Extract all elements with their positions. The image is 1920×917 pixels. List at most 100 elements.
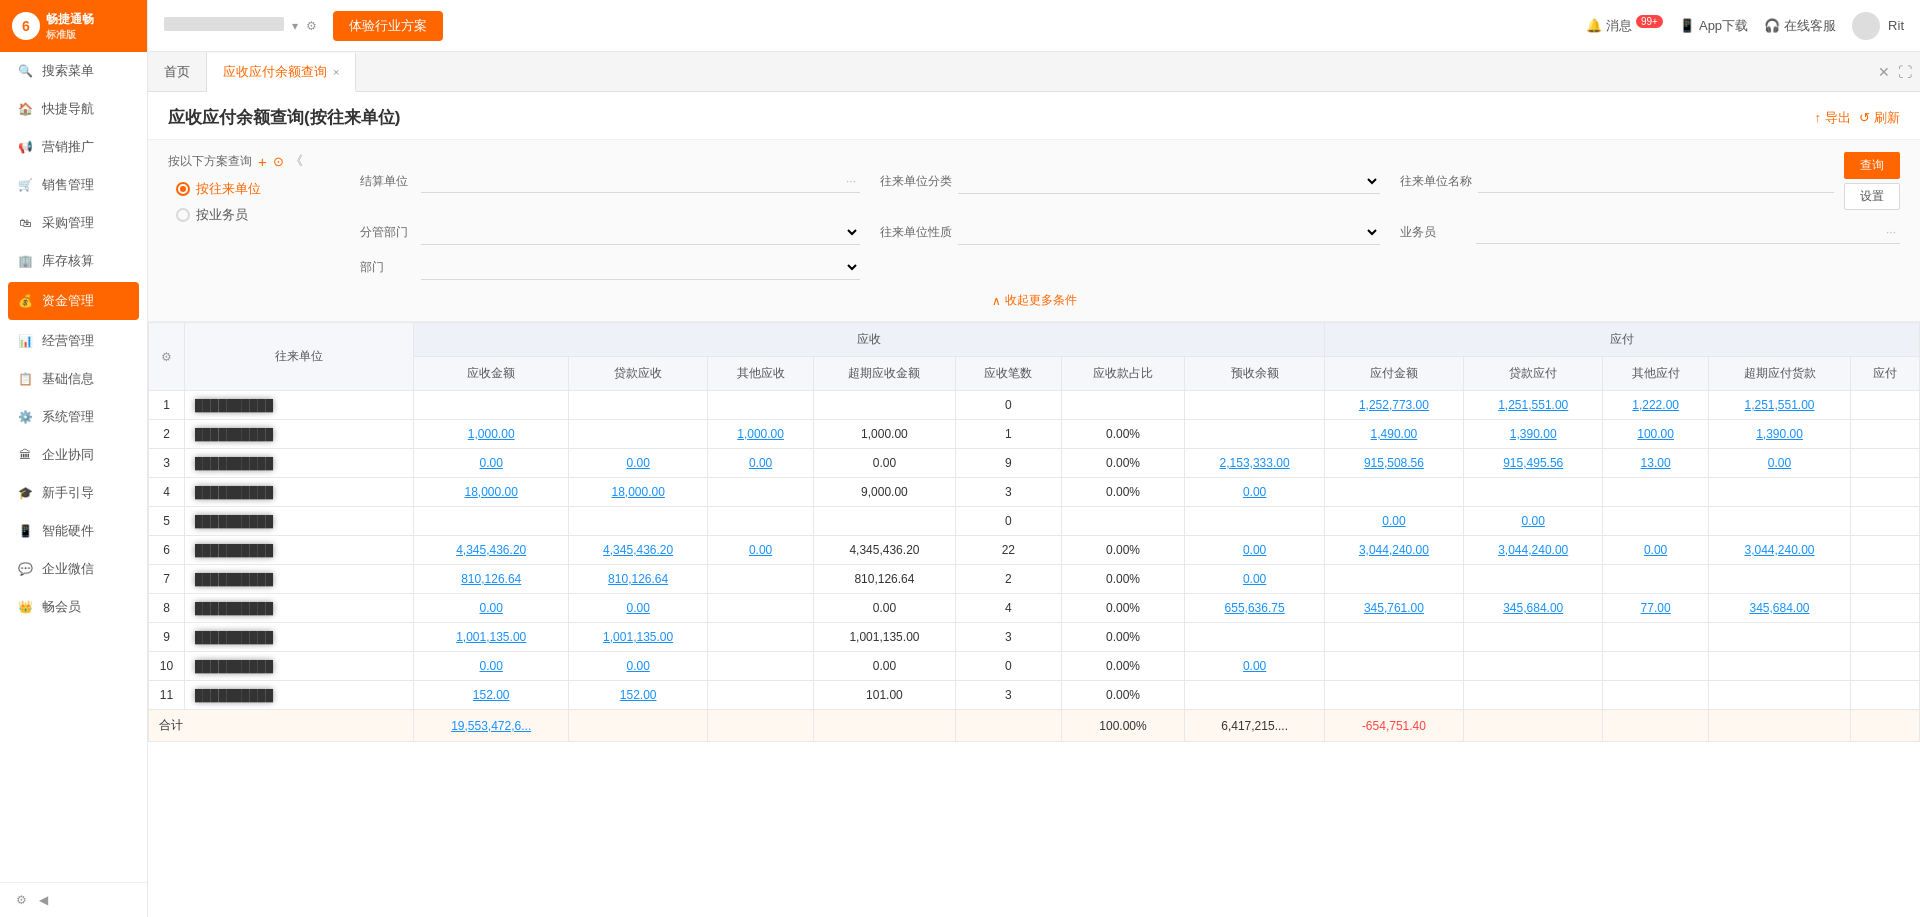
th-ar-count: 应收笔数 — [956, 357, 1062, 391]
field-label-unit-nature: 往来单位性质 — [880, 224, 952, 241]
unit-class-select[interactable] — [958, 169, 1380, 193]
marketing-icon: 📢 — [16, 138, 34, 156]
unit-nature-select[interactable] — [958, 220, 1380, 244]
dept-select[interactable] — [421, 220, 860, 244]
unit-name: ██████████ — [185, 594, 414, 623]
scheme-option-unit[interactable]: 按往来单位 — [176, 180, 348, 198]
table-row: 2██████████1,000.001,000.001,000.0010.00… — [149, 420, 1920, 449]
table-row: 4██████████18,000.0018,000.009,000.0030.… — [149, 478, 1920, 507]
sidebar-label-finance: 资金管理 — [42, 292, 94, 310]
salesperson-dots-icon[interactable]: ··· — [1882, 225, 1900, 239]
settlement-input[interactable] — [421, 170, 842, 192]
system-icon: ⚙️ — [16, 408, 34, 426]
sidebar-item-purchase[interactable]: 🛍 采购管理 — [0, 204, 147, 242]
th-ap-amount: 应付金额 — [1324, 357, 1463, 391]
user-name: Rit — [1888, 18, 1904, 33]
summary-label: 合计 — [149, 710, 414, 742]
salesperson-input[interactable] — [1476, 221, 1882, 243]
messages-button[interactable]: 🔔 消息 99+ — [1586, 17, 1663, 35]
summary-ar-ratio: 100.00% — [1061, 710, 1185, 742]
nav-gear-icon[interactable]: ⚙ — [306, 19, 317, 33]
nav-dropdown-arrow[interactable]: ▾ — [292, 19, 298, 33]
th-payable-group: 应付 — [1324, 323, 1919, 357]
th-settings: ⚙ — [149, 323, 185, 391]
sidebar-label-inventory: 库存核算 — [42, 252, 94, 270]
unit-name: ██████████ — [185, 420, 414, 449]
solution-button[interactable]: 体验行业方案 — [333, 11, 443, 41]
summary-ar-amount[interactable]: 19,553,472,6... — [414, 710, 569, 742]
scheme-back-button[interactable]: 《 — [290, 152, 303, 170]
unit-name: ██████████ — [185, 565, 414, 594]
export-button[interactable]: ↑ 导出 — [1815, 109, 1852, 127]
radio-unit — [176, 182, 190, 196]
online-service-button[interactable]: 🎧 在线客服 — [1764, 17, 1836, 35]
filter-field-dept: 分管部门 — [360, 220, 860, 245]
tab-fullscreen-icon[interactable]: ⛶ — [1898, 64, 1912, 80]
tab-home[interactable]: 首页 — [148, 52, 207, 91]
data-table: ⚙ 往来单位 应收 应付 应收金额 贷款应收 其他应收 超期应收金额 应收笔数 … — [148, 322, 1920, 742]
sidebar-item-basic[interactable]: 📋 基础信息 — [0, 360, 147, 398]
sidebar-item-enterprise[interactable]: 🏛 企业协同 — [0, 436, 147, 474]
unit-name: ██████████ — [185, 449, 414, 478]
tab-bar: 首页 应收应付余额查询 × ✕ ⛶ — [148, 52, 1920, 92]
th-ar-prepay: 预收余额 — [1185, 357, 1324, 391]
unit-name-input[interactable] — [1478, 170, 1834, 192]
scheme-salesperson-label: 按业务员 — [196, 206, 248, 224]
bottom-collapse-button[interactable]: ◀ — [39, 893, 48, 907]
summary-ap-other — [1603, 710, 1709, 742]
sidebar-item-search[interactable]: 🔍 搜索菜单 — [0, 52, 147, 90]
filter-field-unit-class: 往来单位分类 — [880, 152, 1380, 210]
scheme-add-button[interactable]: + — [258, 153, 267, 170]
sidebar-item-quick[interactable]: 🏠 快捷导航 — [0, 90, 147, 128]
row-number: 10 — [149, 652, 185, 681]
scheme-circle-button[interactable]: ⊙ — [273, 154, 284, 169]
tab-close-all-icon[interactable]: ✕ — [1878, 64, 1890, 80]
th-ap-overdue: 超期应付货款 — [1708, 357, 1850, 391]
message-badge: 99+ — [1636, 15, 1663, 28]
app-download-button[interactable]: 📱 App下载 — [1679, 17, 1748, 35]
top-right-actions: 🔔 消息 99+ 📱 App下载 🎧 在线客服 Rit — [1586, 12, 1904, 40]
table-row: 10██████████0.000.000.0000.00%0.00 — [149, 652, 1920, 681]
table-row: 11██████████152.00152.00101.0030.00% — [149, 681, 1920, 710]
messages-label: 消息 — [1606, 17, 1632, 35]
sidebar-item-system[interactable]: ⚙️ 系统管理 — [0, 398, 147, 436]
scheme-unit-label: 按往来单位 — [196, 180, 261, 198]
page-actions: ↑ 导出 ↺ 刷新 — [1815, 109, 1901, 127]
sidebar-item-hardware[interactable]: 📱 智能硬件 — [0, 512, 147, 550]
tab-close-icon[interactable]: × — [333, 66, 339, 78]
department-select[interactable] — [421, 255, 860, 279]
table-row: 6██████████4,345,436.204,345,436.200.004… — [149, 536, 1920, 565]
page-header: 应收应付余额查询(按往来单位) ↑ 导出 ↺ 刷新 — [148, 92, 1920, 140]
refresh-button[interactable]: ↺ 刷新 — [1859, 109, 1900, 127]
field-label-salesperson: 业务员 — [1400, 224, 1470, 241]
collapse-button[interactable]: ∧ 收起更多条件 — [992, 292, 1077, 309]
bottom-gear-button[interactable]: ⚙ — [16, 893, 27, 907]
purchase-icon: 🛍 — [16, 214, 34, 232]
sidebar-item-finance[interactable]: 💰 资金管理 — [8, 282, 139, 320]
sidebar-item-sales[interactable]: 🛒 销售管理 — [0, 166, 147, 204]
summary-ar-loan — [569, 710, 708, 742]
collapse-label: 收起更多条件 — [1005, 292, 1077, 309]
table-settings-icon[interactable]: ⚙ — [161, 350, 172, 364]
sidebar-item-wechat[interactable]: 💬 企业微信 — [0, 550, 147, 588]
sidebar-item-member[interactable]: 👑 畅会员 — [0, 588, 147, 626]
settings-button[interactable]: 设置 — [1844, 183, 1900, 210]
sidebar-item-inventory[interactable]: 🏢 库存核算 — [0, 242, 147, 280]
unit-name: ██████████ — [185, 623, 414, 652]
th-ap-loan: 贷款应付 — [1464, 357, 1603, 391]
settlement-dots-icon[interactable]: ··· — [842, 174, 860, 188]
sidebar-item-operations[interactable]: 📊 经营管理 — [0, 322, 147, 360]
tab-current[interactable]: 应收应付余额查询 × — [207, 53, 356, 92]
query-button[interactable]: 查询 — [1844, 152, 1900, 179]
filter-field-salesperson: 业务员 ··· — [1400, 220, 1900, 245]
logo-icon: 6 — [12, 12, 40, 40]
table-row: 7██████████810,126.64810,126.64810,126.6… — [149, 565, 1920, 594]
page-title: 应收应付余额查询(按往来单位) — [168, 106, 400, 129]
scheme-option-salesperson[interactable]: 按业务员 — [176, 206, 348, 224]
phone-icon: 📱 — [1679, 18, 1695, 33]
scheme-label: 按以下方案查询 — [168, 153, 252, 170]
user-avatar-area[interactable]: Rit — [1852, 12, 1904, 40]
guide-icon: 🎓 — [16, 484, 34, 502]
sidebar-item-marketing[interactable]: 📢 营销推广 — [0, 128, 147, 166]
sidebar-item-guide[interactable]: 🎓 新手引导 — [0, 474, 147, 512]
